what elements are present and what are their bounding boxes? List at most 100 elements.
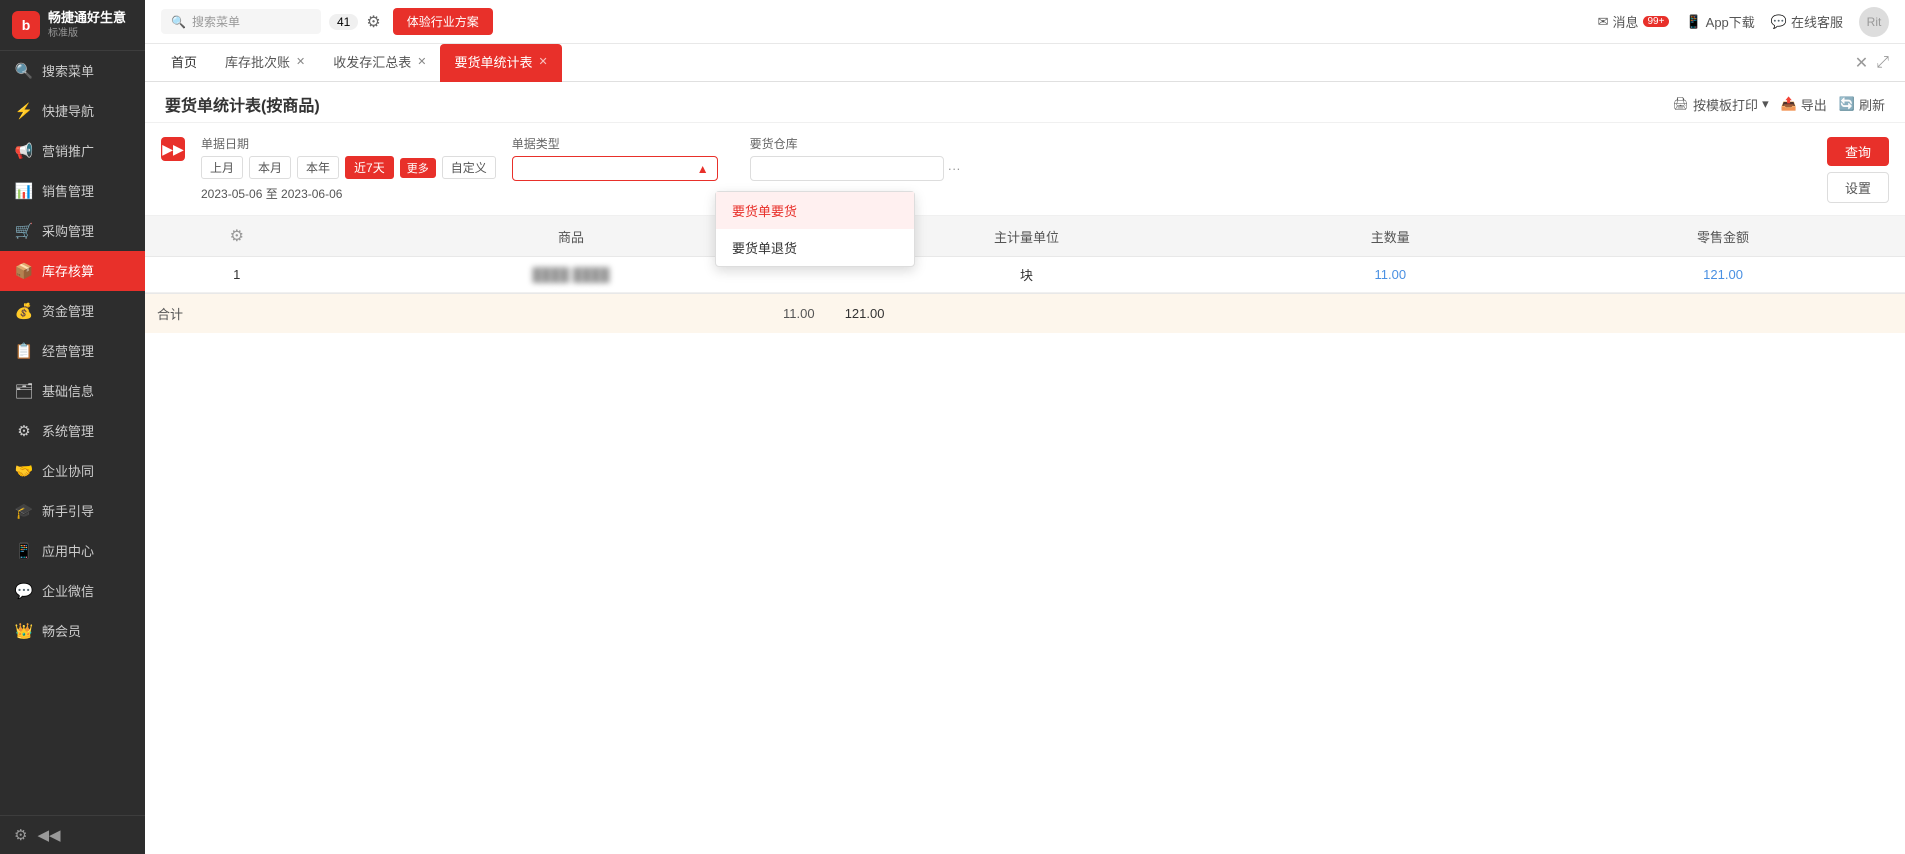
btn-this-month[interactable]: 本月 [249, 156, 291, 179]
warehouse-filter: 要货仓库 ··· [750, 135, 961, 181]
filter-group: 单据日期 上月 本月 本年 近7天 更多 自定义 2023-05-06 至 20… [201, 135, 1811, 202]
collab-icon: 🤝 [14, 461, 34, 481]
btn-more[interactable]: 更多 [400, 158, 436, 178]
sidebar-label-guide: 新手引导 [42, 501, 94, 520]
sidebar-item-inventory[interactable]: 📦 库存核算 [0, 251, 145, 291]
basic-info-icon: 🗂 [14, 381, 34, 401]
data-table: ⚙ 商品 主计量单位 主数量 零售金额 1 ████ ████ 块 11.00 … [145, 216, 1905, 293]
tab-recv-summary[interactable]: 收发存汇总表 ✕ [319, 44, 440, 82]
finance-icon: 💰 [14, 301, 34, 321]
th-qty: 主数量 [1239, 216, 1541, 257]
sidebar-item-guide[interactable]: 🎓 新手引导 [0, 491, 145, 531]
type-input-wrapper[interactable]: ▲ [512, 156, 718, 181]
th-settings: ⚙ [145, 216, 329, 257]
sidebar-item-quick-nav[interactable]: ⚡ 快捷导航 [0, 91, 145, 131]
user-avatar[interactable]: Rit [1859, 7, 1889, 37]
type-filter-label: 单据类型 [512, 135, 718, 152]
tab-order-stats[interactable]: 要货单统计表 ✕ [440, 44, 561, 82]
topbar-search[interactable]: 🔍 搜索菜单 [161, 9, 321, 34]
tab-label-order-stats: 要货单统计表 [454, 52, 532, 71]
sidebar-item-sales[interactable]: 📊 销售管理 [0, 171, 145, 211]
tab-close-inventory-batch[interactable]: ✕ [296, 55, 305, 68]
app-download-label: App下载 [1706, 12, 1755, 31]
sidebar-logo: b 畅捷通好生意 标准版 [0, 0, 145, 51]
date-filter: 单据日期 上月 本月 本年 近7天 更多 自定义 2023-05-06 至 20… [201, 135, 496, 202]
app-name: 畅捷通好生意 [48, 10, 126, 27]
collapse-icon[interactable]: ◀◀ [37, 826, 60, 844]
guide-icon: 🎓 [14, 501, 34, 521]
query-btn[interactable]: 查询 [1827, 137, 1889, 166]
app-download-btn[interactable]: 📱 App下载 [1685, 12, 1754, 31]
warehouse-more-icon[interactable]: ··· [948, 161, 961, 176]
wechat-icon: 💬 [14, 581, 34, 601]
user-name: Rit [1867, 15, 1882, 29]
sidebar-item-system[interactable]: ⚙ 系统管理 [0, 411, 145, 451]
page-content: 要货单统计表(按商品) 🖨 按模板打印 ▾ 📤 导出 🔄 刷新 ▶▶ [145, 82, 1905, 854]
sidebar-item-operations[interactable]: 📋 经营管理 [0, 331, 145, 371]
sidebar: b 畅捷通好生意 标准版 🔍 搜索菜单 ⚡ 快捷导航 📢 营销推广 📊 销售管理… [0, 0, 145, 854]
marketing-icon: 📢 [14, 141, 34, 161]
type-input[interactable] [521, 161, 697, 176]
sidebar-item-member[interactable]: 👑 畅会员 [0, 611, 145, 651]
filter-expand-btn[interactable]: ▶▶ [161, 137, 185, 161]
sidebar-item-app-center[interactable]: 📱 应用中心 [0, 531, 145, 571]
trial-btn[interactable]: 体验行业方案 [393, 8, 493, 35]
sidebar-label-search: 搜索菜单 [42, 61, 94, 80]
sidebar-label-sales: 销售管理 [42, 181, 94, 200]
online-service-btn[interactable]: 💬 在线客服 [1771, 12, 1843, 31]
search-icon-topbar: 🔍 [171, 15, 186, 29]
refresh-btn[interactable]: 🔄 刷新 [1839, 95, 1885, 114]
table-settings-icon[interactable]: ⚙ [230, 228, 244, 245]
tab-close-recv-summary[interactable]: ✕ [417, 55, 426, 68]
sidebar-label-collab: 企业协同 [42, 461, 94, 480]
total-amount: 121.00 [815, 306, 915, 321]
total-qty: 11.00 [783, 306, 815, 321]
tab-close-all-btn[interactable]: ✕ [1851, 53, 1872, 73]
print-btn[interactable]: 🖨 按模板打印 ▾ [1673, 95, 1769, 114]
sidebar-item-collab[interactable]: 🤝 企业协同 [0, 451, 145, 491]
operations-icon: 📋 [14, 341, 34, 361]
sidebar-item-basic-info[interactable]: 🗂 基础信息 [0, 371, 145, 411]
page-title: 要货单统计表(按商品) [165, 92, 320, 116]
settings-icon[interactable]: ⚙ [14, 826, 27, 844]
system-icon: ⚙ [14, 421, 34, 441]
sidebar-label-operations: 经营管理 [42, 341, 94, 360]
refresh-icon: 🔄 [1839, 96, 1855, 112]
warehouse-input[interactable] [750, 156, 944, 181]
sales-icon: 📊 [14, 181, 34, 201]
member-icon: 👑 [14, 621, 34, 641]
settings-btn[interactable]: 设置 [1827, 172, 1889, 203]
topbar-left: 🔍 搜索菜单 41 ⚙ 体验行业方案 [161, 8, 1598, 35]
tab-inventory-batch[interactable]: 库存批次账 ✕ [211, 44, 319, 82]
topbar-gear-icon[interactable]: ⚙ [366, 12, 380, 32]
sidebar-nav: 🔍 搜索菜单 ⚡ 快捷导航 📢 营销推广 📊 销售管理 🛒 采购管理 📦 库存核… [0, 51, 145, 815]
tab-home[interactable]: 首页 [157, 44, 211, 82]
sidebar-item-purchase[interactable]: 🛒 采购管理 [0, 211, 145, 251]
dropdown-item-0[interactable]: 要货单要货 [716, 192, 914, 229]
message-btn[interactable]: ✉ 消息 99+ [1598, 12, 1670, 31]
sidebar-item-search[interactable]: 🔍 搜索菜单 [0, 51, 145, 91]
sidebar-label-purchase: 采购管理 [42, 221, 94, 240]
tab-expand-btn[interactable]: ⤢ [1872, 54, 1893, 72]
btn-this-year[interactable]: 本年 [297, 156, 339, 179]
export-btn[interactable]: 📤 导出 [1781, 95, 1827, 114]
main-area: 🔍 搜索菜单 41 ⚙ 体验行业方案 ✉ 消息 99+ 📱 App下载 💬 在线… [145, 0, 1905, 854]
tab-close-order-stats[interactable]: ✕ [539, 55, 548, 68]
tab-label-recv-summary: 收发存汇总表 [333, 52, 411, 71]
app-center-icon: 📱 [14, 541, 34, 561]
sidebar-label-quick-nav: 快捷导航 [42, 101, 94, 120]
btn-custom[interactable]: 自定义 [442, 156, 496, 179]
sidebar-item-finance[interactable]: 💰 资金管理 [0, 291, 145, 331]
refresh-label: 刷新 [1859, 95, 1885, 114]
total-label: 合计 11.00 [157, 304, 815, 323]
filter-area: ▶▶ 单据日期 上月 本月 本年 近7天 更多 自定义 2023-05-06 至… [145, 123, 1905, 216]
date-quick-btns: 上月 本月 本年 近7天 更多 自定义 [201, 156, 496, 179]
btn-last-month[interactable]: 上月 [201, 156, 243, 179]
type-chevron-up-icon[interactable]: ▲ [697, 162, 709, 176]
service-label: 在线客服 [1791, 12, 1843, 31]
sidebar-item-marketing[interactable]: 📢 营销推广 [0, 131, 145, 171]
warehouse-filter-label: 要货仓库 [750, 135, 961, 152]
dropdown-item-1[interactable]: 要货单退货 [716, 229, 914, 266]
sidebar-item-wechat[interactable]: 💬 企业微信 [0, 571, 145, 611]
btn-last-7days[interactable]: 近7天 [345, 156, 394, 179]
